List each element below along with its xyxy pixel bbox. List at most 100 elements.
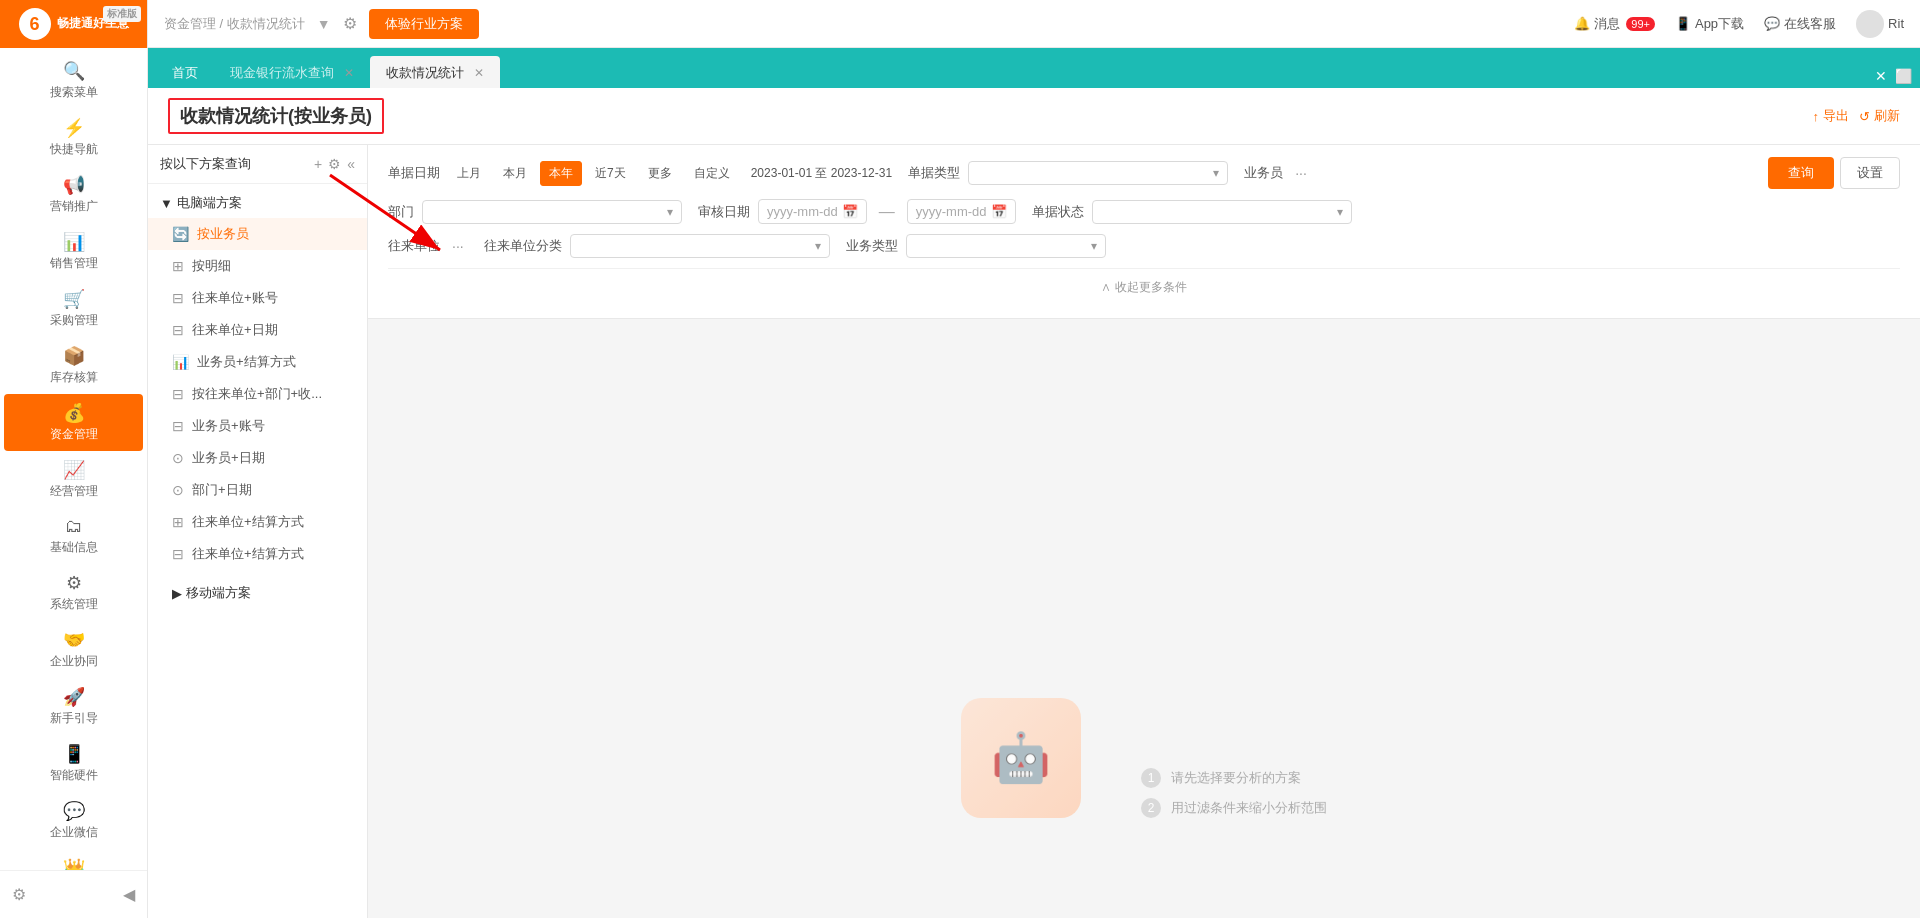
refresh-label: 刷新 bbox=[1874, 107, 1900, 125]
tab-cashflow[interactable]: 现金银行流水查询 ✕ bbox=[214, 56, 370, 88]
collapse-panel-icon[interactable]: « bbox=[347, 156, 355, 172]
sidebar-item-finance[interactable]: 💰 资金管理 bbox=[4, 394, 143, 451]
sidebar-item-hardware[interactable]: 📱 智能硬件 bbox=[0, 735, 147, 792]
salesperson-calc-icon: 📊 bbox=[172, 354, 189, 370]
refresh-button[interactable]: ↺ 刷新 bbox=[1859, 107, 1900, 125]
app-icon: 📱 bbox=[1675, 16, 1691, 31]
collapse-bar[interactable]: ∧ 收起更多条件 bbox=[388, 268, 1900, 306]
sidebar-item-enterprise[interactable]: 🤝 企业协同 bbox=[0, 621, 147, 678]
operation-icon: 📈 bbox=[63, 459, 85, 481]
scheme-item-label: 按明细 bbox=[192, 257, 231, 275]
enterprise-icon: 🤝 bbox=[63, 629, 85, 651]
scheme-settings-icon[interactable]: ⚙ bbox=[328, 156, 341, 172]
scheme-item-unit-dept-receipt[interactable]: ⊟ 按往来单位+部门+收... bbox=[148, 378, 367, 410]
topbar-settings-icon[interactable]: ⚙ bbox=[343, 14, 357, 33]
date-tab-more[interactable]: 更多 bbox=[639, 161, 681, 186]
sidebar-item-quicknav[interactable]: ⚡ 快捷导航 bbox=[0, 109, 147, 166]
sidebar-item-purchase[interactable]: 🛒 采购管理 bbox=[0, 280, 147, 337]
sidebar-item-marketing[interactable]: 📢 营销推广 bbox=[0, 166, 147, 223]
sidebar-item-system[interactable]: ⚙ 系统管理 bbox=[0, 564, 147, 621]
user-area[interactable]: Rit bbox=[1856, 10, 1904, 38]
left-panel-actions: + ⚙ « bbox=[314, 156, 355, 172]
salesperson-dots[interactable]: ··· bbox=[1291, 165, 1311, 181]
scheme-item-by-salesperson[interactable]: 🔄 按业务员 bbox=[148, 218, 367, 250]
mobile-group-label: 移动端方案 bbox=[186, 584, 251, 602]
scheme-item-dept-date[interactable]: ⊙ 部门+日期 bbox=[148, 474, 367, 506]
partner-category-select[interactable]: ▾ bbox=[570, 234, 830, 258]
sidebar-item-inventory[interactable]: 📦 库存核算 bbox=[0, 337, 147, 394]
audit-date-from[interactable]: yyyy-mm-dd 📅 bbox=[758, 199, 867, 224]
message-badge: 99+ bbox=[1626, 17, 1655, 31]
sidebar-item-newbie[interactable]: 🚀 新手引导 bbox=[0, 678, 147, 735]
dept-chevron-icon: ▾ bbox=[667, 205, 673, 219]
system-icon: ⚙ bbox=[66, 572, 82, 594]
sidebar-settings-btn[interactable]: ⚙ bbox=[12, 885, 26, 904]
step-2-num: 2 bbox=[1141, 798, 1161, 818]
scheme-item-unit-date[interactable]: ⊟ 往来单位+日期 bbox=[148, 314, 367, 346]
service-btn[interactable]: 💬 在线客服 bbox=[1764, 15, 1836, 33]
partner-filter: 往来单位 ··· bbox=[388, 237, 468, 255]
filter-settings-button[interactable]: 设置 bbox=[1840, 157, 1900, 189]
tab-receipt-close-icon[interactable]: ✕ bbox=[474, 66, 484, 80]
scheme-item-unit-account[interactable]: ⊟ 往来单位+账号 bbox=[148, 282, 367, 314]
scheme-item-label: 往来单位+结算方式 bbox=[192, 545, 304, 563]
trial-button[interactable]: 体验行业方案 bbox=[369, 9, 479, 39]
breadcrumb-chevron-icon[interactable]: ▼ bbox=[317, 16, 331, 32]
desktop-group-title[interactable]: ▼ 电脑端方案 bbox=[148, 188, 367, 218]
export-button[interactable]: ↑ 导出 bbox=[1813, 107, 1850, 125]
query-button[interactable]: 查询 bbox=[1768, 157, 1834, 189]
audit-date-to[interactable]: yyyy-mm-dd 📅 bbox=[907, 199, 1016, 224]
sidebar-item-basic[interactable]: 🗂 基础信息 bbox=[0, 508, 147, 564]
scheme-item-salesperson-calc[interactable]: 📊 业务员+结算方式 bbox=[148, 346, 367, 378]
sidebar-item-label: 搜索菜单 bbox=[50, 84, 98, 101]
sidebar-item-label: 系统管理 bbox=[50, 596, 98, 613]
scheme-item-by-detail[interactable]: ⊞ 按明细 bbox=[148, 250, 367, 282]
date-tab-last-month[interactable]: 上月 bbox=[448, 161, 490, 186]
add-scheme-icon[interactable]: + bbox=[314, 156, 322, 172]
app-logo-icon: 6 bbox=[19, 8, 51, 40]
empty-step-2: 2 用过滤条件来缩小分析范围 bbox=[1141, 798, 1327, 818]
scheme-item-salesperson-account[interactable]: ⊟ 业务员+账号 bbox=[148, 410, 367, 442]
sidebar-nav: 🔍 搜索菜单 ⚡ 快捷导航 📢 营销推广 📊 销售管理 🛒 采购管理 📦 库存核… bbox=[0, 48, 147, 870]
partner-dots[interactable]: ··· bbox=[448, 238, 468, 254]
window-maximize-icon[interactable]: ⬜ bbox=[1895, 68, 1912, 84]
app-download-btn[interactable]: 📱 App下载 bbox=[1675, 15, 1744, 33]
scheme-item-salesperson-date[interactable]: ⊙ 业务员+日期 bbox=[148, 442, 367, 474]
dept-filter: 部门 ▾ bbox=[388, 200, 682, 224]
salesperson-date-icon: ⊙ bbox=[172, 450, 184, 466]
sidebar-item-member[interactable]: 👑 畅会员 bbox=[0, 849, 147, 870]
doc-type-chevron-icon: ▾ bbox=[1213, 166, 1219, 180]
sidebar-item-operation[interactable]: 📈 经营管理 bbox=[0, 451, 147, 508]
doc-type-select[interactable]: ▾ bbox=[968, 161, 1228, 185]
mobile-group-title[interactable]: ▶ 移动端方案 bbox=[160, 578, 367, 608]
sidebar-item-search[interactable]: 🔍 搜索菜单 bbox=[0, 52, 147, 109]
sidebar-collapse-btn[interactable]: ◀ bbox=[123, 885, 135, 904]
window-close-icon[interactable]: ✕ bbox=[1875, 68, 1887, 84]
tab-receipt-label: 收款情况统计 bbox=[386, 64, 464, 82]
scheme-item-unit-calc2[interactable]: ⊟ 往来单位+结算方式 bbox=[148, 538, 367, 570]
scheme-item-label: 业务员+账号 bbox=[192, 417, 265, 435]
tab-receipt[interactable]: 收款情况统计 ✕ bbox=[370, 56, 500, 88]
audit-date-from-text: yyyy-mm-dd bbox=[767, 204, 838, 219]
tab-home[interactable]: 首页 bbox=[156, 56, 214, 88]
unit-calc1-icon: ⊞ bbox=[172, 514, 184, 530]
date-range-text: 2023-01-01 至 2023-12-31 bbox=[751, 165, 892, 182]
doc-status-select[interactable]: ▾ bbox=[1092, 200, 1352, 224]
sidebar-item-wechat[interactable]: 💬 企业微信 bbox=[0, 792, 147, 849]
breadcrumb: 资金管理 / 收款情况统计 bbox=[164, 15, 305, 33]
sidebar-item-sales[interactable]: 📊 销售管理 bbox=[0, 223, 147, 280]
marketing-icon: 📢 bbox=[63, 174, 85, 196]
tab-cashflow-close-icon[interactable]: ✕ bbox=[344, 66, 354, 80]
date-tab-this-month[interactable]: 本月 bbox=[494, 161, 536, 186]
business-type-label: 业务类型 bbox=[846, 237, 898, 255]
quicknav-icon: ⚡ bbox=[63, 117, 85, 139]
business-type-select[interactable]: ▾ bbox=[906, 234, 1106, 258]
scheme-item-unit-calc1[interactable]: ⊞ 往来单位+结算方式 bbox=[148, 506, 367, 538]
dept-select[interactable]: ▾ bbox=[422, 200, 682, 224]
date-tab-custom[interactable]: 自定义 bbox=[685, 161, 739, 186]
sidebar-item-label: 基础信息 bbox=[50, 539, 98, 556]
message-btn[interactable]: 🔔 消息 99+ bbox=[1574, 15, 1655, 33]
unit-date-icon: ⊟ bbox=[172, 322, 184, 338]
date-tab-7days[interactable]: 近7天 bbox=[586, 161, 635, 186]
date-tab-this-year[interactable]: 本年 bbox=[540, 161, 582, 186]
